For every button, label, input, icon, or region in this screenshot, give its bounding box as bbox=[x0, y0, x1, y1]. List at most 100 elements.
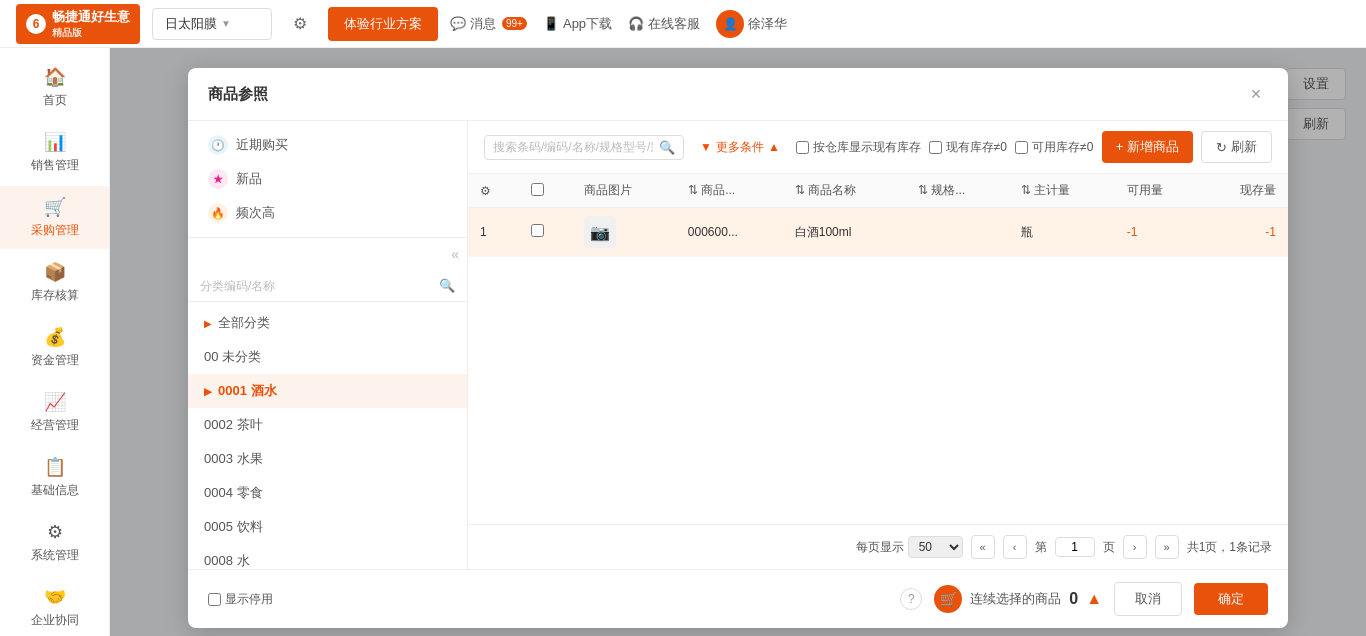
category-item-0001[interactable]: ▶ 0001 酒水 bbox=[188, 374, 467, 408]
sidebar-item-home[interactable]: 🏠 首页 bbox=[0, 56, 109, 119]
category-item-00[interactable]: 00 未分类 bbox=[188, 340, 467, 374]
category-item-0003[interactable]: 0003 水果 bbox=[188, 442, 467, 476]
dialog-title: 商品参照 bbox=[208, 85, 268, 104]
avatar: 👤 bbox=[716, 10, 744, 38]
sort-code-icon[interactable]: ⇅ bbox=[688, 183, 698, 197]
product-search-box: 🔍 bbox=[484, 135, 684, 160]
cart-count: 0 bbox=[1069, 590, 1078, 608]
col-settings: ⚙ bbox=[468, 174, 519, 208]
table-row[interactable]: 1 📷 bbox=[468, 208, 1288, 257]
sort-spec-icon[interactable]: ⇅ bbox=[918, 183, 928, 197]
product-panel: 🔍 ▼ 更多条件 ▲ 按仓库显示现有库存 bbox=[468, 121, 1288, 569]
col-checkbox bbox=[519, 174, 572, 208]
headset-icon: 🎧 bbox=[628, 16, 644, 31]
category-item-0005[interactable]: 0005 饮料 bbox=[188, 510, 467, 544]
sidebar: 🏠 首页 📊 销售管理 🛒 采购管理 📦 库存核算 💰 资金管理 📈 经营管理 … bbox=[0, 48, 110, 636]
available-stock-checkbox[interactable]: 现有库存≠0 bbox=[929, 139, 1007, 156]
category-panel: 🕐 近期购买 ★ 新品 🔥 频次高 bbox=[188, 121, 468, 569]
warehouse-display-checkbox[interactable]: 按仓库显示现有库存 bbox=[796, 139, 921, 156]
pagination-bar: 每页显示 50 100 200 « ‹ 第 页 bbox=[468, 524, 1288, 569]
sort-unit-icon[interactable]: ⇅ bbox=[1021, 183, 1031, 197]
confirm-btn[interactable]: 确定 bbox=[1194, 583, 1268, 615]
row-checkbox[interactable] bbox=[531, 224, 544, 237]
logo: 6 畅捷通好生意 精品版 bbox=[16, 4, 140, 44]
refresh-btn[interactable]: ↻ 刷新 bbox=[1201, 131, 1272, 163]
quick-link-recent[interactable]: 🕐 近期购买 bbox=[200, 129, 455, 161]
page-number-input[interactable] bbox=[1055, 537, 1095, 557]
system-icon: ⚙ bbox=[47, 521, 63, 543]
sidebar-item-sales[interactable]: 📊 销售管理 bbox=[0, 121, 109, 184]
sidebar-item-inventory[interactable]: 📦 库存核算 bbox=[0, 251, 109, 314]
page-size-select: 每页显示 50 100 200 bbox=[856, 536, 963, 558]
cell-stock: -1 bbox=[1201, 208, 1288, 257]
cancel-btn[interactable]: 取消 bbox=[1114, 582, 1182, 616]
last-page-btn[interactable]: » bbox=[1155, 535, 1179, 559]
show-disabled-checkbox[interactable]: 显示停用 bbox=[208, 591, 273, 608]
product-search-input[interactable] bbox=[493, 140, 653, 154]
usable-stock-checkbox[interactable]: 可用库存≠0 bbox=[1015, 139, 1093, 156]
logo-text: 畅捷通好生意 bbox=[52, 8, 130, 26]
sidebar-item-enterprise[interactable]: 🤝 企业协同 bbox=[0, 576, 109, 636]
next-page-btn[interactable]: › bbox=[1123, 535, 1147, 559]
prev-page-btn[interactable]: ‹ bbox=[1003, 535, 1027, 559]
col-stock: 现存量 bbox=[1201, 174, 1288, 208]
logo-sub: 精品版 bbox=[52, 26, 130, 40]
tenant-dropdown[interactable]: 日太阳膜 ▼ bbox=[152, 8, 272, 40]
warehouse-checkbox-input[interactable] bbox=[796, 141, 809, 154]
sidebar-item-system[interactable]: ⚙ 系统管理 bbox=[0, 511, 109, 574]
user-profile[interactable]: 👤 徐泽华 bbox=[716, 10, 787, 38]
settings-icon[interactable]: ⚙ bbox=[284, 8, 316, 40]
dialog-header: 商品参照 × bbox=[188, 68, 1288, 121]
help-icon[interactable]: ? bbox=[900, 588, 922, 610]
message-icon: 💬 bbox=[450, 16, 466, 31]
filter-icon: ▼ bbox=[700, 140, 712, 154]
col-name: ⇅ 商品名称 bbox=[783, 174, 906, 208]
category-search-input[interactable] bbox=[200, 279, 433, 293]
category-item-0004[interactable]: 0004 零食 bbox=[188, 476, 467, 510]
select-all-checkbox[interactable] bbox=[531, 183, 544, 196]
logo-icon: 6 bbox=[26, 14, 46, 34]
messages-badge: 99+ bbox=[502, 17, 527, 30]
top-navigation: 6 畅捷通好生意 精品版 日太阳膜 ▼ ⚙ 体验行业方案 💬 消息 99+ 📱 … bbox=[0, 0, 1366, 48]
first-page-btn[interactable]: « bbox=[971, 535, 995, 559]
sidebar-item-basic-info[interactable]: 📋 基础信息 bbox=[0, 446, 109, 509]
column-settings-icon[interactable]: ⚙ bbox=[480, 184, 491, 198]
sidebar-item-operations[interactable]: 📈 经营管理 bbox=[0, 381, 109, 444]
cart-info: 🛒 连续选择的商品 0 ▲ bbox=[934, 585, 1102, 613]
phone-icon: 📱 bbox=[543, 16, 559, 31]
available-stock-input[interactable] bbox=[929, 141, 942, 154]
refresh-icon: ↻ bbox=[1216, 140, 1227, 155]
show-disabled-input[interactable] bbox=[208, 593, 221, 606]
category-search-box: 🔍 bbox=[188, 270, 467, 302]
usable-stock-input[interactable] bbox=[1015, 141, 1028, 154]
purchase-icon: 🛒 bbox=[44, 196, 66, 218]
online-service-nav-item[interactable]: 🎧 在线客服 bbox=[628, 15, 700, 33]
cart-fold-btn[interactable]: ▲ bbox=[1086, 590, 1102, 608]
expand-arrow-icon: ▶ bbox=[204, 318, 212, 329]
quick-link-frequent[interactable]: 🔥 频次高 bbox=[200, 197, 455, 229]
dialog-close-btn[interactable]: × bbox=[1244, 82, 1268, 106]
cell-checkbox bbox=[519, 208, 572, 257]
page-size-dropdown[interactable]: 50 100 200 bbox=[908, 536, 963, 558]
product-search-icon[interactable]: 🔍 bbox=[659, 140, 675, 155]
messages-nav-item[interactable]: 💬 消息 99+ bbox=[450, 15, 527, 33]
add-product-btn[interactable]: + 新增商品 bbox=[1102, 131, 1193, 163]
cell-img: 📷 bbox=[572, 208, 676, 257]
cart-icon: 🛒 bbox=[934, 585, 962, 613]
sidebar-item-finance[interactable]: 💰 资金管理 bbox=[0, 316, 109, 379]
app-download-nav-item[interactable]: 📱 App下载 bbox=[543, 15, 612, 33]
sidebar-item-purchase[interactable]: 🛒 采购管理 bbox=[0, 186, 109, 249]
experience-btn[interactable]: 体验行业方案 bbox=[328, 7, 438, 41]
quick-link-new[interactable]: ★ 新品 bbox=[200, 163, 455, 195]
category-item-0008[interactable]: 0008 水 bbox=[188, 544, 467, 569]
cell-unit: 瓶 bbox=[1009, 208, 1115, 257]
more-filter-btn[interactable]: ▼ 更多条件 ▲ bbox=[692, 135, 788, 160]
category-search-icon[interactable]: 🔍 bbox=[439, 278, 455, 293]
collapse-panel-btn[interactable]: « bbox=[188, 238, 467, 270]
category-item-all[interactable]: ▶ 全部分类 bbox=[188, 306, 467, 340]
category-item-0002[interactable]: 0002 茶叶 bbox=[188, 408, 467, 442]
toolbar-right: + 新增商品 ↻ 刷新 bbox=[1102, 131, 1272, 163]
content-area: 查询 设置 刷新 商品参照 × bbox=[110, 48, 1366, 636]
sort-name-icon[interactable]: ⇅ bbox=[795, 183, 805, 197]
pagination-summary: 共1页，1条记录 bbox=[1187, 539, 1272, 556]
